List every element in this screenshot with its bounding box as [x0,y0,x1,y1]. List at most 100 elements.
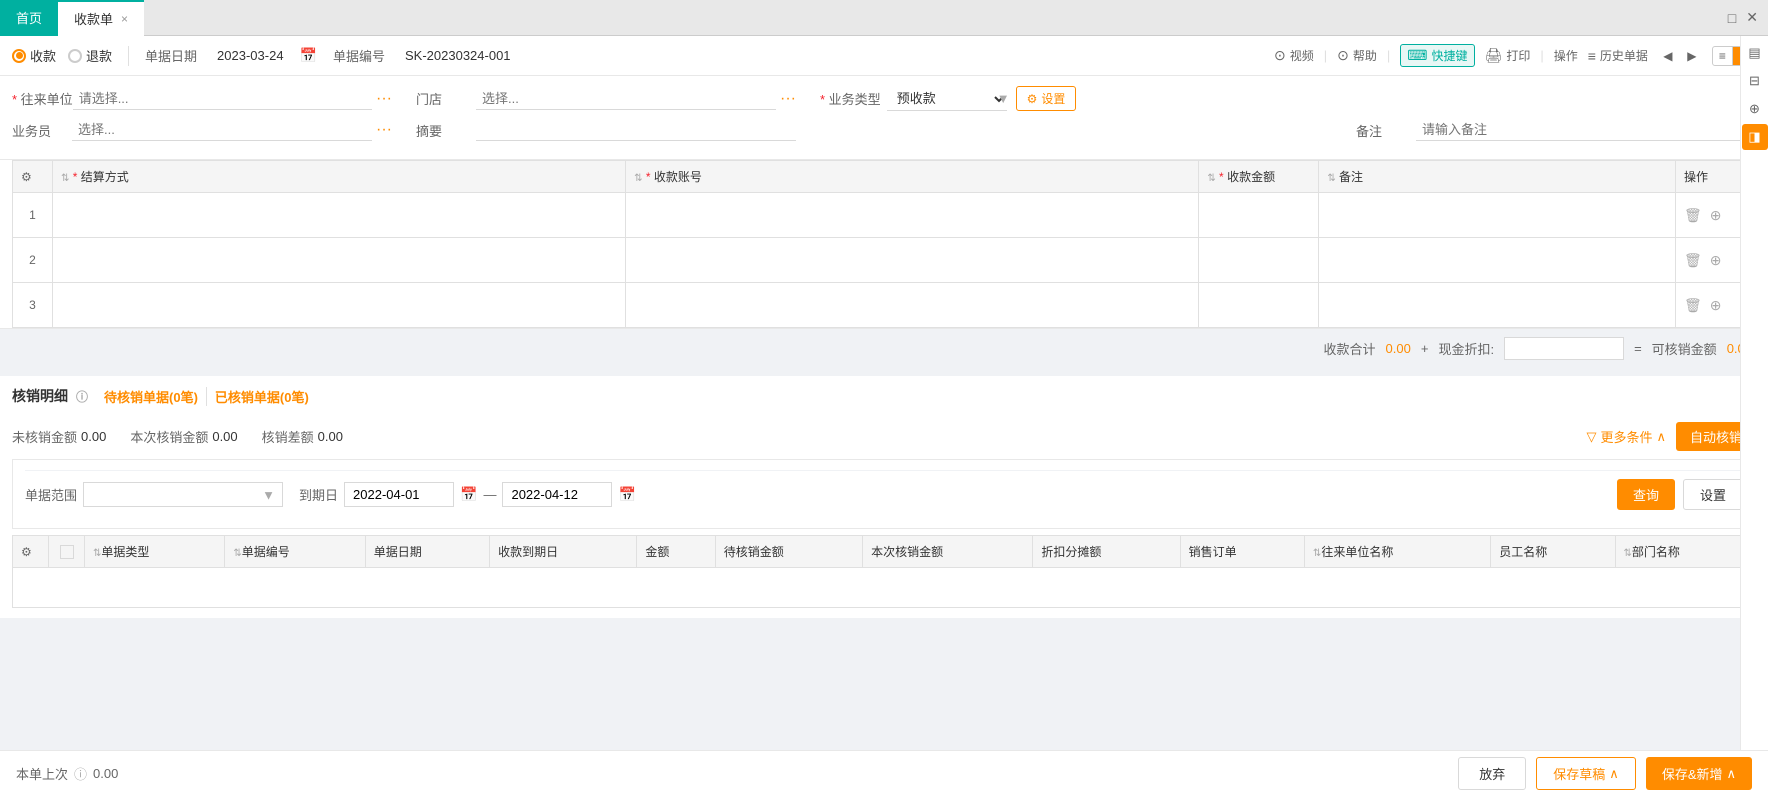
current-stat: 本次核销金额 0.00 [130,427,237,446]
more-conditions-btn[interactable]: ▽ 更多条件 ∧ [1586,427,1666,446]
row-3-delete-icon[interactable]: 🗑 [1684,297,1702,314]
tab-home[interactable]: 首页 [0,0,58,36]
receipt-type-radio-group: 收款 退款 [12,46,112,65]
row-1-account[interactable] [626,193,1199,238]
section-info-icon[interactable]: ⓘ [76,388,88,405]
window-close-icon[interactable]: ✕ [1746,9,1758,26]
discount-input[interactable] [1504,337,1624,360]
counterpart-more-btn[interactable]: ··· [376,90,392,108]
col-sales-order: 销售订单 [1180,536,1304,568]
tab-receipt-label: 收款单 [74,9,113,28]
summary-row: 收款合计 0.00 + 现金折扣: = 可核销金额 0.00 [0,328,1768,368]
date-to-icon[interactable]: 📅 [618,486,635,503]
row-1-copy-icon[interactable]: ⊕ [1710,207,1722,224]
date-from-input[interactable] [344,482,454,507]
col-remark: ⇅ 备注 [1319,161,1676,193]
tab-bar: 首页 收款单 × □ ✕ [0,0,1768,36]
refund-radio-dot [68,49,82,63]
row-3-settlement[interactable] [53,283,626,328]
select-all-checkbox[interactable] [60,545,74,559]
refund-radio[interactable]: 退款 [68,46,112,65]
counterpart-input[interactable] [73,88,372,110]
biz-type-select[interactable]: 预收款 [887,87,1007,111]
history-btn[interactable]: ≡ 历史单据 [1588,47,1648,64]
row-2-account[interactable] [626,238,1199,283]
row-3-remark[interactable] [1319,283,1676,328]
row-3-account[interactable] [626,283,1199,328]
query-btn[interactable]: 查询 [1617,479,1675,510]
video-btn[interactable]: ⊙ 视频 [1274,47,1314,64]
settings-button[interactable]: ⚙ 设置 [1016,86,1077,111]
filter-icon: ▽ [1586,429,1596,445]
nav-prev-btn[interactable]: ◀ [1658,46,1678,66]
footer-info-icon[interactable]: ⓘ [74,764,87,783]
filter-settings-btn[interactable]: 设置 [1683,479,1743,510]
print-icon: 🖨 [1485,47,1503,64]
pending-tab[interactable]: 待核销单据(0笔) [96,387,207,406]
abandon-btn[interactable]: 放弃 [1458,757,1526,790]
staff-more-btn[interactable]: ··· [376,121,392,139]
done-tab[interactable]: 已核销单据(0笔) [207,387,317,406]
row-2-amount[interactable] [1199,238,1319,283]
bottom-table-gear-icon[interactable]: ⚙ [21,545,32,559]
store-input[interactable] [476,88,776,110]
row-1-settlement[interactable] [53,193,626,238]
col-settlement: ⇅ 结算方式 [53,161,626,193]
settings-gear-icon: ⚙ [1027,92,1038,106]
save-new-btn[interactable]: 保存&新增 ∧ [1646,757,1752,790]
counterpart-label: 往来单位 [12,89,73,108]
toolbar-right: ⊙ 视频 | ⊙ 帮助 | ⌨ 快捷键 🖨 打印 | 操作 ≡ 历史单据 ◀ ▶ [1274,44,1756,67]
receipt-table: ⚙ ⇅ 结算方式 ⇅ 收款账号 ⇅ 收款金额 ⇅ 备注 操作 [12,160,1756,328]
col-gear-bottom: ⚙ [13,536,49,568]
help-btn[interactable]: ⊙ 帮助 [1337,47,1377,64]
order-value: 0.00 [93,766,118,781]
tab-close-icon[interactable]: × [121,12,128,26]
sidebar-attach-icon[interactable]: ⊕ [1742,96,1768,122]
staff-input[interactable] [72,119,372,141]
row-2-delete-icon[interactable]: 🗑 [1684,252,1702,269]
tab-bar-right: □ ✕ [1728,9,1768,26]
row-1-remark[interactable] [1319,193,1676,238]
row-3-amount[interactable] [1199,283,1319,328]
sidebar-list-icon[interactable]: ⊟ [1742,68,1768,94]
nav-next-btn[interactable]: ▶ [1682,46,1702,66]
print-btn[interactable]: 🖨 打印 [1485,47,1531,64]
summary-input[interactable] [476,119,796,141]
list-view-btn[interactable]: ≡ [1713,47,1733,65]
save-draft-btn[interactable]: 保存草稿 ∧ [1536,757,1636,790]
draft-dropdown-icon[interactable]: ∧ [1609,766,1619,782]
operation-btn[interactable]: 操作 [1554,47,1578,64]
row-1-amount[interactable] [1199,193,1319,238]
sidebar-table-icon[interactable]: ▤ [1742,40,1768,66]
table-row: 3 🗑 ⊕ [13,283,1756,328]
col-staff-name: 员工名称 [1491,536,1615,568]
col-doc-type: ⇅单据类型 [85,536,225,568]
row-2-copy-icon[interactable]: ⊕ [1710,252,1722,269]
receipt-radio[interactable]: 收款 [12,46,56,65]
store-more-btn[interactable]: ··· [780,90,796,108]
table-gear-icon[interactable]: ⚙ [21,170,32,184]
col-discount: 折扣分摊额 [1033,536,1180,568]
range-select[interactable] [83,482,283,507]
sidebar-expand-icon[interactable]: ◨ [1742,124,1768,150]
date-to-input[interactable] [502,482,612,507]
refund-radio-label: 退款 [86,46,112,65]
number-field: 单据编号 SK-20230324-001 [333,46,511,65]
tab-receipt[interactable]: 收款单 × [58,0,144,36]
shortcut-btn[interactable]: ⌨ 快捷键 [1400,44,1474,67]
calendar-icon[interactable]: 📅 [300,47,317,64]
toolbar: 收款 退款 单据日期 2023-03-24 📅 单据编号 SK-20230324… [0,36,1768,76]
bottom-table-empty-row [13,568,1756,608]
current-value: 0.00 [212,429,237,444]
remark-input[interactable] [1416,119,1756,141]
row-2-remark[interactable] [1319,238,1676,283]
help-label: 帮助 [1353,47,1377,64]
window-restore-icon[interactable]: □ [1728,10,1736,26]
writeoff-table: ⚙ ⇅单据类型 ⇅单据编号 单据日期 收款到期日 金额 待核销金额 本次核销金额 [12,535,1756,608]
unchecked-label: 未核销金额 [12,427,77,446]
row-1-delete-icon[interactable]: 🗑 [1684,207,1702,224]
row-2-settlement[interactable] [53,238,626,283]
save-new-dropdown-icon[interactable]: ∧ [1726,766,1736,782]
row-3-copy-icon[interactable]: ⊕ [1710,297,1722,314]
date-from-icon[interactable]: 📅 [460,486,477,503]
